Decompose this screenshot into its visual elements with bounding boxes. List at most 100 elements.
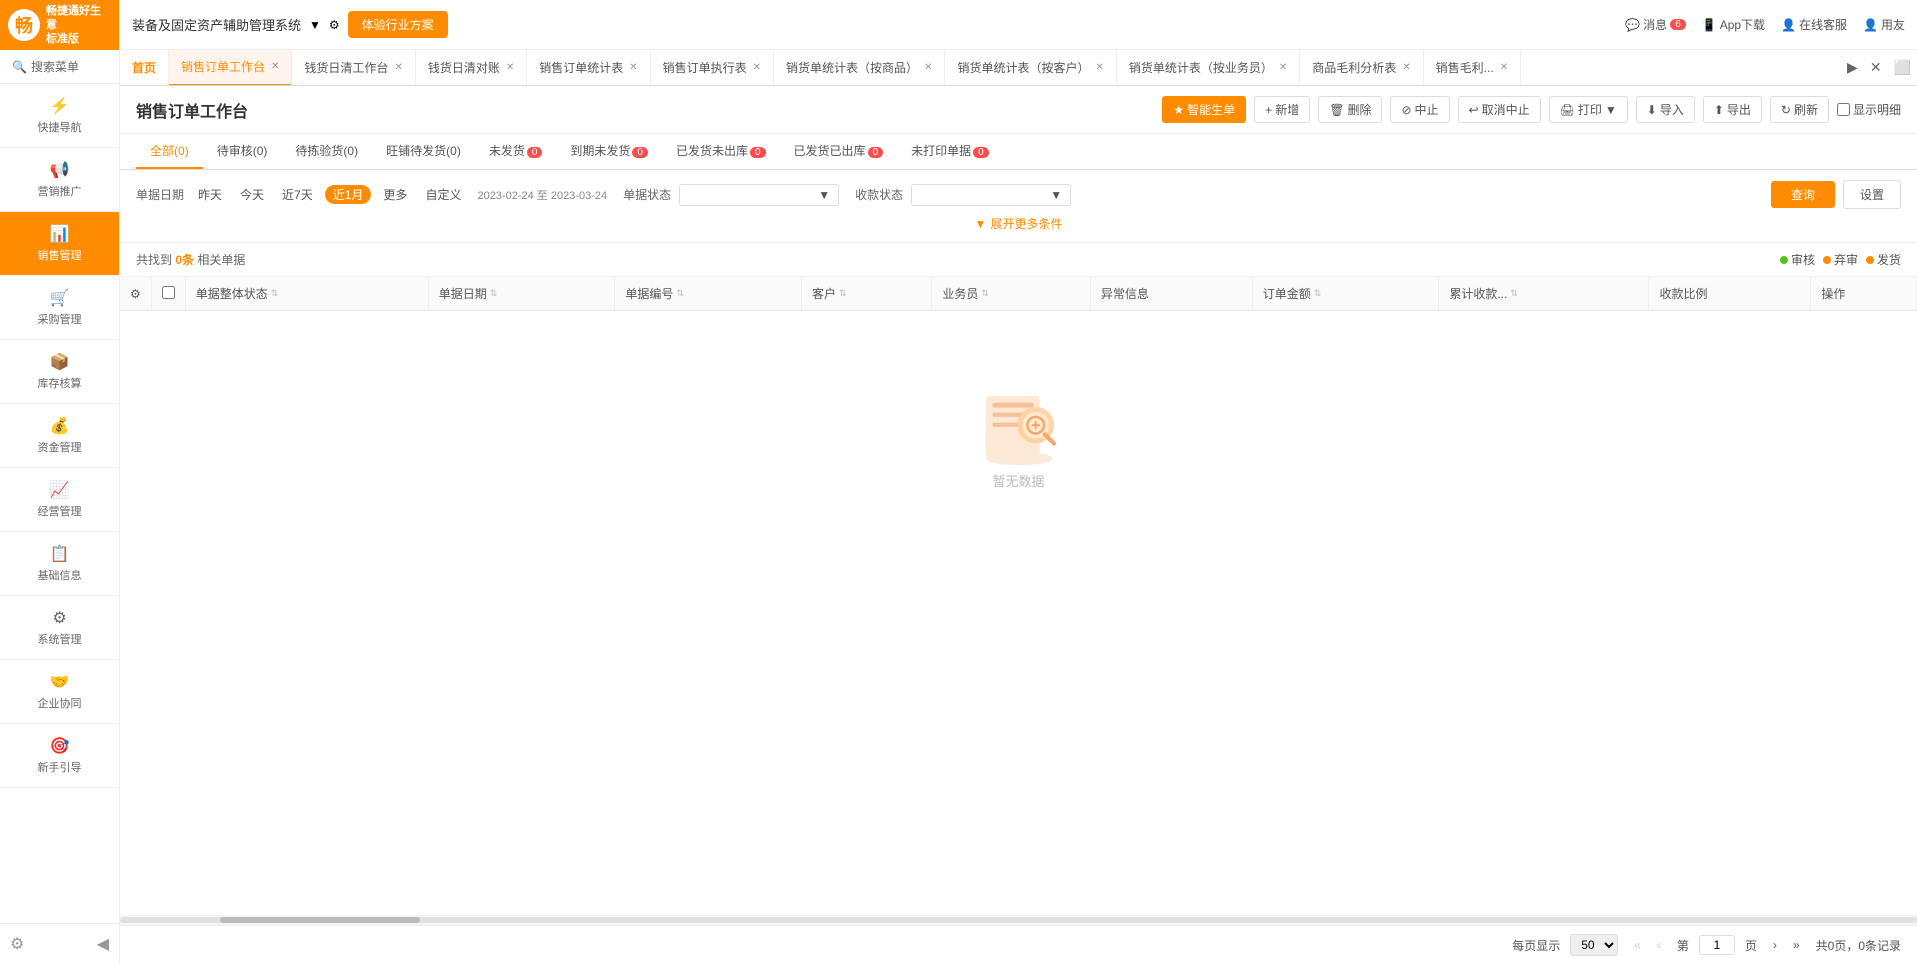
tab-sales-exec[interactable]: 销售订单执行表 ✕: [651, 50, 774, 86]
date-option-1month[interactable]: 近1月: [325, 185, 372, 204]
next-page-btn[interactable]: ›: [1767, 936, 1783, 954]
th-settings[interactable]: ⚙: [120, 277, 151, 311]
close-tab-margin-analysis[interactable]: ✕: [1402, 62, 1410, 73]
sub-tab-shipped-in[interactable]: 已发货已出库0: [780, 134, 898, 169]
trial-btn[interactable]: 体验行业方案: [348, 11, 448, 38]
sidebar-item-sales[interactable]: 📊 销售管理: [0, 212, 119, 276]
user-profile-btn[interactable]: 👤 用友: [1863, 16, 1905, 33]
sort-customer-icon[interactable]: ⇅: [839, 288, 847, 299]
refresh-btn[interactable]: ↻ 刷新: [1770, 96, 1829, 123]
tabs-scroll-right[interactable]: ▶: [1841, 59, 1864, 76]
sub-tab-not-shipped[interactable]: 未发货0: [475, 134, 557, 169]
sub-tab-wangpu[interactable]: 旺铺待发货(0): [372, 134, 475, 169]
gear-settings-icon[interactable]: ⚙: [329, 18, 340, 32]
last-page-btn[interactable]: »: [1787, 936, 1806, 954]
header-dropdown-icon[interactable]: ▼: [309, 18, 321, 32]
tab-cash-daily[interactable]: 钱货日清工作台 ✕: [292, 50, 415, 86]
date-option-today[interactable]: 今天: [234, 184, 270, 205]
scrollbar-thumb[interactable]: [220, 917, 420, 923]
star-icon: ★: [1173, 103, 1184, 117]
smart-order-btn[interactable]: ★ 智能生单: [1162, 96, 1246, 123]
add-btn[interactable]: + 新增: [1254, 96, 1310, 123]
sidebar-item-basic[interactable]: 📋 基础信息: [0, 532, 119, 596]
print-btn[interactable]: 🖨 打印 ▼: [1549, 96, 1628, 123]
page-input[interactable]: [1699, 935, 1735, 955]
tab-sales-summary-customer[interactable]: 销货单统计表（按客户） ✕: [945, 50, 1116, 86]
sort-date-icon[interactable]: ⇅: [490, 288, 498, 299]
date-option-7days[interactable]: 近7天: [276, 184, 319, 205]
set-btn[interactable]: 设置: [1843, 180, 1901, 209]
date-option-yesterday[interactable]: 昨天: [192, 184, 228, 205]
close-tab-cash-daily[interactable]: ✕: [394, 62, 402, 73]
sort-received-icon[interactable]: ⇅: [1510, 288, 1518, 299]
tab-sales-more[interactable]: 销售毛利... ✕: [1424, 50, 1521, 86]
sort-number-icon[interactable]: ⇅: [676, 288, 684, 299]
tab-sales-workbench[interactable]: 销售订单工作台 ✕: [169, 50, 292, 86]
show-detail-checkbox[interactable]: [1837, 103, 1850, 116]
table-toolbar: 共找到 0条 相关单据 审核 弃审 发货: [120, 243, 1917, 277]
close-tab-sales-exec[interactable]: ✕: [753, 62, 761, 73]
sidebar-item-finance[interactable]: 💰 资金管理: [0, 404, 119, 468]
sidebar-item-marketing[interactable]: 📢 营销推广: [0, 148, 119, 212]
sort-staff-icon[interactable]: ⇅: [981, 288, 989, 299]
tab-margin-analysis[interactable]: 商品毛利分析表 ✕: [1300, 50, 1423, 86]
sub-tab-shipped-not-in[interactable]: 已发货未出库0: [662, 134, 780, 169]
sub-tab-pending-review[interactable]: 待审核(0): [203, 134, 282, 169]
sub-tab-not-printed[interactable]: 未打印单据0: [897, 134, 1003, 169]
tab-sales-stats[interactable]: 销售订单统计表 ✕: [527, 50, 650, 86]
tab-home[interactable]: 首页: [120, 50, 169, 86]
status-filter-select[interactable]: ▼: [679, 184, 839, 206]
sidebar-item-guide[interactable]: 🎯 新手引导: [0, 724, 119, 788]
expand-btn[interactable]: ▼ 展开更多条件: [975, 215, 1063, 232]
export-btn[interactable]: ⬆ 导出: [1703, 96, 1762, 123]
content-area: 销售订单工作台 ★ 智能生单 + 新增 🗑 删除 ⊘ 中止: [120, 86, 1917, 964]
sidebar-item-purchase[interactable]: 🛒 采购管理: [0, 276, 119, 340]
close-tab-sales-stats[interactable]: ✕: [629, 62, 637, 73]
sidebar-item-operations[interactable]: 📈 经营管理: [0, 468, 119, 532]
query-btn[interactable]: 查询: [1771, 181, 1835, 208]
online-service-btn[interactable]: 👤 在线客服: [1781, 16, 1847, 33]
close-tab-cash-reconcile[interactable]: ✕: [506, 62, 514, 73]
first-page-btn[interactable]: «: [1628, 936, 1647, 954]
cancel-stop-btn[interactable]: ↩ 取消中止: [1458, 96, 1541, 123]
prev-page-btn[interactable]: ‹: [1651, 936, 1667, 954]
stop-btn[interactable]: ⊘ 中止: [1390, 96, 1449, 123]
payment-filter-select[interactable]: ▼: [911, 184, 1071, 206]
date-option-more[interactable]: 更多: [377, 184, 413, 205]
message-btn[interactable]: 💬 消息 6: [1625, 16, 1686, 33]
sidebar-item-inventory[interactable]: 📦 库存核算: [0, 340, 119, 404]
close-tab-sales-summary-customer[interactable]: ✕: [1095, 62, 1103, 73]
sidebar-item-system[interactable]: ⚙ 系统管理: [0, 596, 119, 660]
sort-status-icon[interactable]: ⇅: [271, 288, 279, 299]
sidebar-item-quick-nav[interactable]: ⚡ 快捷导航: [0, 84, 119, 148]
sub-tab-all[interactable]: 全部(0): [136, 134, 203, 169]
settings-icon[interactable]: ⚙: [10, 934, 24, 954]
tab-sales-summary-product[interactable]: 销货单统计表（按商品） ✕: [774, 50, 945, 86]
ship-action[interactable]: 发货: [1866, 251, 1901, 268]
collapse-icon[interactable]: ◀: [97, 934, 109, 954]
delete-btn[interactable]: 🗑 删除: [1318, 96, 1382, 123]
close-tab-sales-more[interactable]: ✕: [1500, 62, 1508, 73]
close-tab-sales-workbench[interactable]: ✕: [271, 61, 279, 72]
sidebar-item-enterprise[interactable]: 🤝 企业协同: [0, 660, 119, 724]
tab-cash-reconcile[interactable]: 钱货日清对账 ✕: [416, 50, 527, 86]
sort-amount-icon[interactable]: ⇅: [1314, 288, 1322, 299]
app-download-btn[interactable]: 📱 App下载: [1702, 16, 1765, 33]
sub-tab-pending-inspect[interactable]: 待拣验货(0): [281, 134, 372, 169]
show-detail-label[interactable]: 显示明细: [1837, 101, 1901, 118]
th-checkbox[interactable]: [151, 277, 185, 311]
close-tab-sales-summary-staff[interactable]: ✕: [1279, 62, 1287, 73]
top-header: 装备及固定资产辅助管理系统 ▼ ⚙ 体验行业方案 💬 消息 6 📱 App下载 …: [120, 0, 1917, 50]
date-option-custom[interactable]: 自定义: [419, 184, 467, 205]
tab-sales-summary-staff[interactable]: 销货单统计表（按业务员） ✕: [1117, 50, 1300, 86]
sidebar-search[interactable]: 🔍 搜索菜单: [0, 50, 119, 84]
page-size-select[interactable]: 50: [1570, 934, 1618, 956]
review-action[interactable]: 审核: [1780, 251, 1815, 268]
tabs-maximize[interactable]: ⬜: [1888, 59, 1917, 76]
cancel-review-action[interactable]: 弃审: [1823, 251, 1858, 268]
tabs-close-all[interactable]: ✕: [1864, 59, 1888, 76]
close-tab-sales-summary-product[interactable]: ✕: [924, 62, 932, 73]
sub-tab-expired-not-shipped[interactable]: 到期未发货0: [556, 134, 662, 169]
select-all-checkbox[interactable]: [162, 286, 175, 299]
import-btn[interactable]: ⬇ 导入: [1636, 96, 1695, 123]
